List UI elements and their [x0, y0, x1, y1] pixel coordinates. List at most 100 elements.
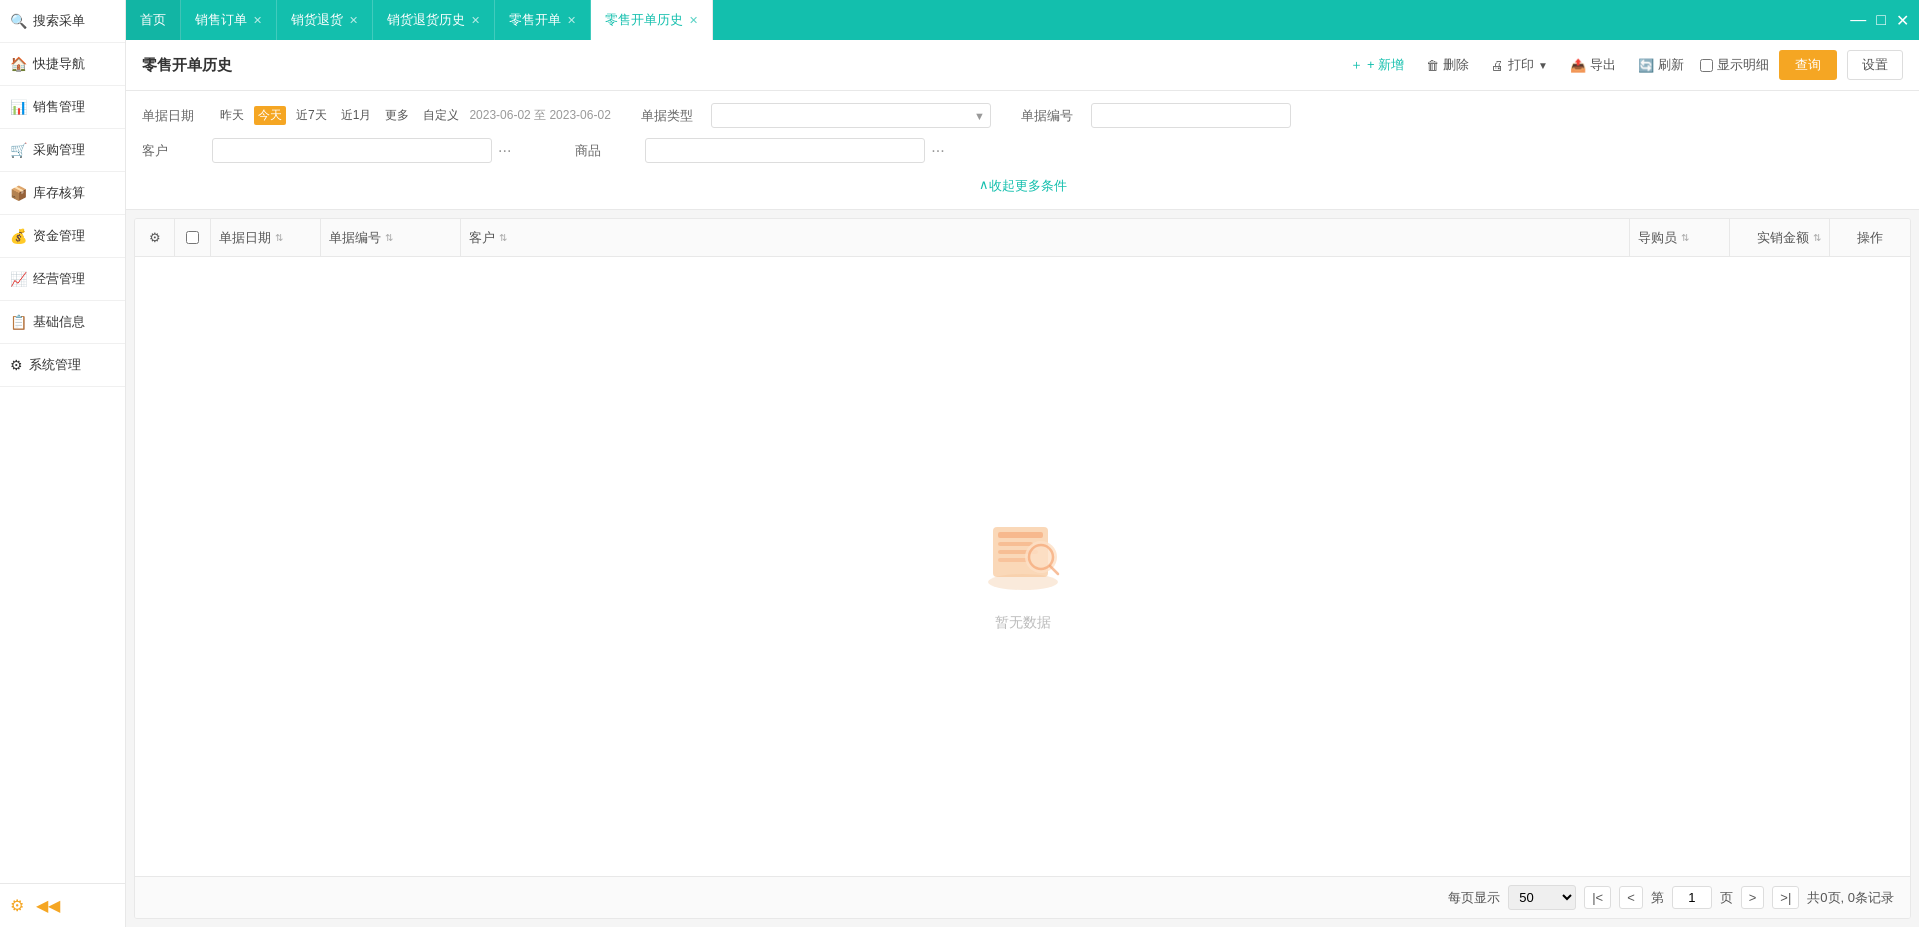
sidebar-item-finance[interactable]: 💰 资金管理	[0, 215, 125, 258]
sidebar-collapse-button[interactable]: ◀◀	[36, 896, 60, 915]
svg-rect-2	[998, 532, 1043, 538]
tab-sales-return-label: 销货退货	[291, 11, 343, 29]
sidebar-search[interactable]: 🔍 搜索采单	[0, 0, 125, 43]
money-icon: 💰	[10, 228, 27, 244]
sidebar: 🔍 搜索采单 🏠 快捷导航 📊 销售管理 🛒 采购管理 📦 库存核算 💰 资金管…	[0, 0, 126, 927]
tab-sales-return-history[interactable]: 销货退货历史 ✕	[373, 0, 495, 40]
th-customer-label: 客户	[469, 229, 495, 247]
query-button[interactable]: 查询	[1779, 50, 1837, 80]
window-close-button[interactable]: ✕	[1896, 11, 1909, 30]
th-action-label: 操作	[1857, 229, 1883, 247]
add-button[interactable]: ＋ + 新增	[1344, 52, 1410, 78]
tab-sales-order-close[interactable]: ✕	[253, 14, 262, 27]
per-page-select[interactable]: 50 100 200	[1508, 885, 1576, 910]
prev-page-button[interactable]: <	[1619, 886, 1643, 909]
export-icon: 📤	[1570, 58, 1586, 73]
sidebar-item-label: 基础信息	[33, 313, 85, 331]
tab-sales-return[interactable]: 销货退货 ✕	[277, 0, 373, 40]
show-detail-text: 显示明细	[1717, 56, 1769, 74]
settings-gear-button[interactable]: ⚙	[10, 896, 24, 915]
number-filter-label: 单据编号	[1021, 107, 1091, 125]
svg-line-8	[1050, 566, 1058, 574]
tab-sales-return-history-label: 销货退货历史	[387, 11, 465, 29]
info-icon: 📋	[10, 314, 27, 330]
refresh-button[interactable]: 🔄 刷新	[1632, 52, 1690, 78]
print-label: 打印	[1508, 56, 1534, 74]
refresh-label: 刷新	[1658, 56, 1684, 74]
product-dots-button[interactable]: ···	[927, 140, 948, 162]
tab-retail-open-label: 零售开单	[509, 11, 561, 29]
page-number-input[interactable]: 1	[1672, 886, 1712, 909]
settings-button[interactable]: 设置	[1847, 50, 1903, 80]
svg-rect-5	[998, 558, 1028, 562]
last-page-button[interactable]: >|	[1772, 886, 1799, 909]
sidebar-item-quick-nav[interactable]: 🏠 快捷导航	[0, 43, 125, 86]
customer-dots-button[interactable]: ···	[494, 140, 515, 162]
page-suffix: 页	[1720, 889, 1733, 907]
filter-field-number: 单据编号	[1021, 103, 1291, 128]
show-detail-checkbox-label[interactable]: 显示明细	[1700, 56, 1769, 74]
shortcut-1month[interactable]: 近1月	[337, 106, 376, 125]
print-button[interactable]: 🖨 打印 ▼	[1485, 52, 1554, 78]
th-action: 操作	[1830, 219, 1910, 256]
window-maximize-button[interactable]: □	[1876, 11, 1886, 29]
th-date[interactable]: 单据日期 ⇅	[211, 219, 321, 256]
th-number[interactable]: 单据编号 ⇅	[321, 219, 461, 256]
th-settings[interactable]: ⚙	[135, 219, 175, 256]
tab-retail-open-history[interactable]: 零售开单历史 ✕	[591, 0, 713, 40]
th-amount-label: 实销金额	[1757, 229, 1809, 247]
sidebar-item-base-info[interactable]: 📋 基础信息	[0, 301, 125, 344]
customer-input[interactable]	[212, 138, 492, 163]
window-minimize-button[interactable]: —	[1850, 11, 1866, 29]
shortcut-more[interactable]: 更多	[381, 106, 413, 125]
date-sort-icon: ⇅	[275, 232, 283, 243]
show-detail-checkbox[interactable]	[1700, 59, 1713, 72]
select-all-checkbox[interactable]	[186, 231, 199, 244]
sidebar-item-system[interactable]: ⚙ 系统管理	[0, 344, 125, 387]
print-icon: 🖨	[1491, 58, 1504, 73]
shortcut-yesterday[interactable]: 昨天	[216, 106, 248, 125]
toolbar: ＋ + 新增 🗑 删除 🖨 打印 ▼ 📤 导出 🔄	[1344, 50, 1903, 80]
th-checkbox[interactable]	[175, 219, 211, 256]
sidebar-item-sales-mgmt[interactable]: 📊 销售管理	[0, 86, 125, 129]
shortcut-today[interactable]: 今天	[254, 106, 286, 125]
product-input[interactable]	[645, 138, 925, 163]
sidebar-search-label: 搜索采单	[33, 12, 85, 30]
type-select[interactable]	[711, 103, 991, 128]
shortcut-custom[interactable]: 自定义	[419, 106, 463, 125]
delete-label: 删除	[1443, 56, 1469, 74]
th-amount[interactable]: 实销金额 ⇅	[1730, 219, 1830, 256]
tab-retail-open[interactable]: 零售开单 ✕	[495, 0, 591, 40]
collapse-more-button[interactable]: ∧ 收起更多条件	[142, 173, 1903, 203]
delete-button[interactable]: 🗑 删除	[1420, 52, 1475, 78]
number-input[interactable]	[1091, 103, 1291, 128]
empty-illustration	[973, 502, 1073, 602]
cart-icon: 🛒	[10, 142, 27, 158]
customer-input-wrap: ···	[212, 138, 515, 163]
sidebar-item-label: 采购管理	[33, 141, 85, 159]
tab-home[interactable]: 首页	[126, 0, 181, 40]
search-icon: 🔍	[10, 13, 27, 29]
first-page-button[interactable]: |<	[1584, 886, 1611, 909]
tab-sales-order[interactable]: 销售订单 ✕	[181, 0, 277, 40]
shortcut-7days[interactable]: 近7天	[292, 106, 331, 125]
next-page-button[interactable]: >	[1741, 886, 1765, 909]
tab-sales-return-history-close[interactable]: ✕	[471, 14, 480, 27]
th-guide[interactable]: 导购员 ⇅	[1630, 219, 1730, 256]
filter-row-date: 单据日期 昨天 今天 近7天 近1月 更多 自定义 2023-06-02 至 2…	[142, 103, 1903, 128]
sidebar-item-purchase-mgmt[interactable]: 🛒 采购管理	[0, 129, 125, 172]
tab-retail-open-history-close[interactable]: ✕	[689, 14, 698, 27]
sidebar-item-operations[interactable]: 📈 经营管理	[0, 258, 125, 301]
sidebar-item-inventory[interactable]: 📦 库存核算	[0, 172, 125, 215]
type-select-wrap: ▼	[711, 103, 991, 128]
th-customer[interactable]: 客户 ⇅	[461, 219, 1630, 256]
export-label: 导出	[1590, 56, 1616, 74]
export-button[interactable]: 📤 导出	[1564, 52, 1622, 78]
date-filter-label: 单据日期	[142, 107, 212, 125]
tab-sales-return-close[interactable]: ✕	[349, 14, 358, 27]
content-area: 零售开单历史 ＋ + 新增 🗑 删除 🖨 打印 ▼ 📤 导出	[126, 40, 1919, 927]
tab-retail-open-close[interactable]: ✕	[567, 14, 576, 27]
filter-row-customer: 客户 ··· 商品 ···	[142, 138, 1903, 163]
page-total: 共0页, 0条记录	[1807, 889, 1894, 907]
refresh-icon: 🔄	[1638, 58, 1654, 73]
